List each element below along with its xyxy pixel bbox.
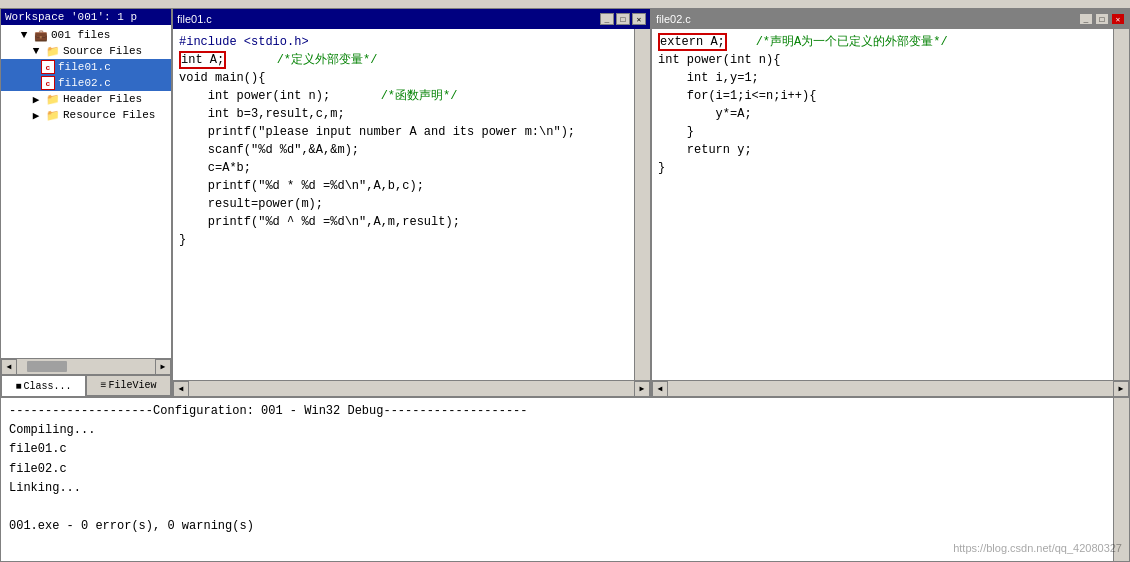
tab-fileview[interactable]: ≡ FileView (86, 375, 171, 396)
editor-right-body: extern A; /*声明A为一个已定义的外部变量*/ int power(i… (652, 29, 1129, 380)
expand-icon-resource: ▶ (29, 108, 43, 122)
editor-left-titlebar: file01.c _ □ ✕ (173, 9, 650, 29)
editor-right-win-buttons: _ □ ✕ (1079, 13, 1125, 25)
editor-right: file02.c _ □ ✕ extern A; /*声明A为一个已定义的外部变… (651, 8, 1130, 397)
watermark: https://blog.csdn.net/qq_42080327 (953, 542, 1122, 554)
sidebar-item-label: Source Files (63, 45, 142, 57)
output-file02: file02.c (9, 462, 67, 476)
output-result: 001.exe - 0 error(s), 0 warning(s) (9, 519, 254, 533)
file02-icon: c (41, 76, 55, 90)
close-btn-right[interactable]: ✕ (1111, 13, 1125, 25)
editors-area: file01.c _ □ ✕ #include <stdio.h> int A;… (172, 8, 1130, 397)
sidebar-item-label: 001 files (51, 29, 110, 41)
sidebar-item-source-files[interactable]: ▼ 📁 Source Files (1, 43, 171, 59)
close-btn-left[interactable]: ✕ (632, 13, 646, 25)
maximize-btn-left[interactable]: □ (616, 13, 630, 25)
folder-icon-source: 📁 (46, 44, 60, 58)
output-file01: file01.c (9, 442, 67, 456)
editor-right-scrollbar-v[interactable] (1113, 29, 1129, 380)
editor-left-code[interactable]: #include <stdio.h> int A; /*定义外部变量*/ voi… (173, 29, 634, 380)
sidebar-item-header-files[interactable]: ▶ 📁 Header Files (1, 91, 171, 107)
output-scrollbar-v[interactable] (1113, 398, 1129, 561)
sidebar-item-resource-files[interactable]: ▶ 📁 Resource Files (1, 107, 171, 123)
editor-right-code[interactable]: extern A; /*声明A为一个已定义的外部变量*/ int power(i… (652, 29, 1113, 380)
scroll-right-btn[interactable]: ▶ (155, 359, 171, 375)
classview-label: Class... (24, 381, 72, 392)
fileview-label: FileView (109, 380, 157, 391)
workspace-icon: 💼 (34, 28, 48, 42)
editor-right-scrollbar-h: ◀ ▶ (652, 380, 1129, 396)
output-linking: Linking... (9, 481, 81, 495)
output-area: --------------------Configuration: 001 -… (0, 397, 1130, 562)
output-config-line: --------------------Configuration: 001 -… (9, 404, 527, 418)
sidebar-item-file02-label: file02.c (58, 77, 111, 89)
sidebar-tree: ▼ 💼 001 files ▼ 📁 Source Files c file01.… (1, 25, 171, 358)
scroll-left-right-btn[interactable]: ◀ (652, 381, 668, 397)
h-scroll-right (668, 381, 1113, 396)
output-compiling: Compiling... (9, 423, 95, 437)
h-scroll-area (17, 359, 155, 374)
editor-right-titlebar: file02.c _ □ ✕ (652, 9, 1129, 29)
h-thumb (27, 361, 67, 372)
expand-icon: ▼ (17, 28, 31, 42)
fileview-icon: ≡ (100, 380, 106, 391)
editor-right-title: file02.c (656, 13, 691, 25)
editor-left-scrollbar-h: ◀ ▶ (173, 380, 650, 396)
scroll-left-btn[interactable]: ◀ (1, 359, 17, 375)
classview-icon: ■ (15, 381, 21, 392)
folder-icon-resource: 📁 (46, 108, 60, 122)
maximize-btn-right[interactable]: □ (1095, 13, 1109, 25)
sidebar-bottom-tabs: ■ Class... ≡ FileView (1, 374, 171, 396)
h-scroll-code (189, 381, 634, 396)
sidebar-item-file01[interactable]: c file01.c (1, 59, 171, 75)
editor-left: file01.c _ □ ✕ #include <stdio.h> int A;… (172, 8, 651, 397)
sidebar-item-workspace[interactable]: ▼ 💼 001 files (1, 27, 171, 43)
sidebar-scrollbar-h: ◀ ▶ (1, 358, 171, 374)
scroll-right-code-btn[interactable]: ▶ (634, 381, 650, 397)
sidebar-item-label: Header Files (63, 93, 142, 105)
sidebar-item-file01-label: file01.c (58, 61, 111, 73)
folder-icon-header: 📁 (46, 92, 60, 106)
minimize-btn-left[interactable]: _ (600, 13, 614, 25)
sidebar-item-label: Resource Files (63, 109, 155, 121)
scroll-left-code-btn[interactable]: ◀ (173, 381, 189, 397)
sidebar-title: Workspace '001': 1 p (1, 9, 171, 25)
editor-left-body: #include <stdio.h> int A; /*定义外部变量*/ voi… (173, 29, 650, 380)
tab-classview[interactable]: ■ Class... (1, 375, 86, 396)
output-content: --------------------Configuration: 001 -… (1, 398, 1113, 561)
minimize-btn-right[interactable]: _ (1079, 13, 1093, 25)
editor-left-scrollbar-v[interactable] (634, 29, 650, 380)
editor-left-win-buttons: _ □ ✕ (600, 13, 646, 25)
scroll-right-right-btn[interactable]: ▶ (1113, 381, 1129, 397)
expand-icon-header: ▶ (29, 92, 43, 106)
expand-icon-source: ▼ (29, 44, 43, 58)
editor-left-title: file01.c (177, 13, 212, 25)
sidebar: Workspace '001': 1 p ▼ 💼 001 files ▼ 📁 S… (0, 8, 172, 397)
file01-icon: c (41, 60, 55, 74)
sidebar-item-file02[interactable]: c file02.c (1, 75, 171, 91)
